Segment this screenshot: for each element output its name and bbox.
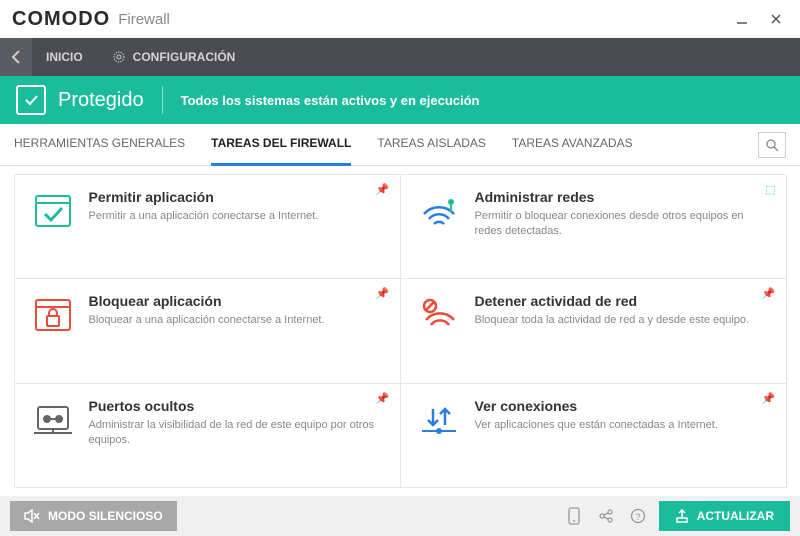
card-manage-networks[interactable]: ⬚ Administrar redes Permitir o bloquear … <box>400 174 787 280</box>
card-title: Puertos ocultos <box>89 398 384 414</box>
back-button[interactable] <box>0 38 32 76</box>
silent-mode-label: MODO SILENCIOSO <box>48 509 163 523</box>
card-title: Administrar redes <box>475 189 770 205</box>
pin-icon[interactable]: 📌 <box>376 392 390 405</box>
card-title: Detener actividad de red <box>475 293 770 309</box>
footer: MODO SILENCIOSO ? ACTUALIZAR <box>0 496 800 536</box>
help-icon[interactable]: ? <box>627 508 649 524</box>
card-desc: Bloquear a una aplicación conectarse a I… <box>89 313 384 328</box>
titlebar: COMODO Firewall <box>0 0 800 38</box>
nav-settings[interactable]: CONFIGURACIÓN <box>97 38 250 76</box>
card-hidden-ports[interactable]: 📌 Puertos ocultos Administrar la visibil… <box>14 383 401 489</box>
connections-icon <box>417 398 461 442</box>
nav-home[interactable]: INICIO <box>32 38 97 76</box>
shield-check-icon <box>16 85 46 115</box>
card-title: Bloquear aplicación <box>89 293 384 309</box>
allow-app-icon <box>31 189 75 233</box>
app-logo: COMODO <box>12 8 110 31</box>
pin-icon[interactable]: 📌 <box>762 287 776 300</box>
pin-icon[interactable]: 📌 <box>376 183 390 196</box>
pin-icon[interactable]: 📌 <box>376 287 390 300</box>
card-allow-app[interactable]: 📌 Permitir aplicación Permitir a una apl… <box>14 174 401 280</box>
status-message: Todos los sistemas están activos y en ej… <box>181 93 480 108</box>
status-divider <box>162 86 163 114</box>
gear-icon <box>111 49 127 65</box>
card-title: Permitir aplicación <box>89 189 384 205</box>
card-block-app[interactable]: 📌 Bloquear aplicación Bloquear a una apl… <box>14 278 401 384</box>
tab-firewall[interactable]: TAREAS DEL FIREWALL <box>211 124 351 166</box>
search-button[interactable] <box>758 132 786 158</box>
app-window: COMODO Firewall INICIO CONFIGURACIÓN Pro… <box>0 0 800 536</box>
upload-icon <box>675 509 689 523</box>
card-title: Ver conexiones <box>475 398 770 414</box>
update-label: ACTUALIZAR <box>697 509 774 523</box>
navbar: INICIO CONFIGURACIÓN <box>0 38 800 76</box>
nav-home-label: INICIO <box>46 50 83 64</box>
tab-advanced[interactable]: TAREAS AVANZADAS <box>512 124 633 166</box>
stealth-icon <box>31 398 75 442</box>
nav-settings-label: CONFIGURACIÓN <box>133 50 236 64</box>
silent-mode-button[interactable]: MODO SILENCIOSO <box>10 501 177 531</box>
task-grid: 📌 Permitir aplicación Permitir a una apl… <box>0 166 800 496</box>
tab-general[interactable]: HERRAMIENTAS GENERALES <box>14 124 185 166</box>
tabs-bar: HERRAMIENTAS GENERALES TAREAS DEL FIREWA… <box>0 124 800 166</box>
card-desc: Permitir o bloquear conexiones desde otr… <box>475 209 770 240</box>
stop-network-icon <box>417 293 461 337</box>
close-button[interactable] <box>764 7 788 31</box>
tab-isolated[interactable]: TAREAS AISLADAS <box>377 124 486 166</box>
status-bar: Protegido Todos los sistemas están activ… <box>0 76 800 124</box>
status-title: Protegido <box>58 89 144 112</box>
minimize-button[interactable] <box>730 7 754 31</box>
svg-text:?: ? <box>635 512 640 522</box>
share-icon[interactable] <box>595 508 617 524</box>
update-button[interactable]: ACTUALIZAR <box>659 501 790 531</box>
app-subtitle: Firewall <box>118 11 170 28</box>
mute-icon <box>24 509 40 523</box>
pin-icon[interactable]: ⬚ <box>765 183 775 196</box>
block-app-icon <box>31 293 75 337</box>
card-desc: Permitir a una aplicación conectarse a I… <box>89 209 384 224</box>
card-desc: Administrar la visibilidad de la red de … <box>89 418 384 449</box>
wifi-icon <box>417 189 461 233</box>
card-view-connections[interactable]: 📌 Ver conexiones Ver aplicaciones que es… <box>400 383 787 489</box>
mobile-icon[interactable] <box>563 507 585 525</box>
pin-icon[interactable]: 📌 <box>762 392 776 405</box>
card-desc: Ver aplicaciones que están conectadas a … <box>475 418 770 433</box>
card-desc: Bloquear toda la actividad de red a y de… <box>475 313 770 328</box>
card-stop-network[interactable]: 📌 Detener actividad de red Bloquear toda… <box>400 278 787 384</box>
